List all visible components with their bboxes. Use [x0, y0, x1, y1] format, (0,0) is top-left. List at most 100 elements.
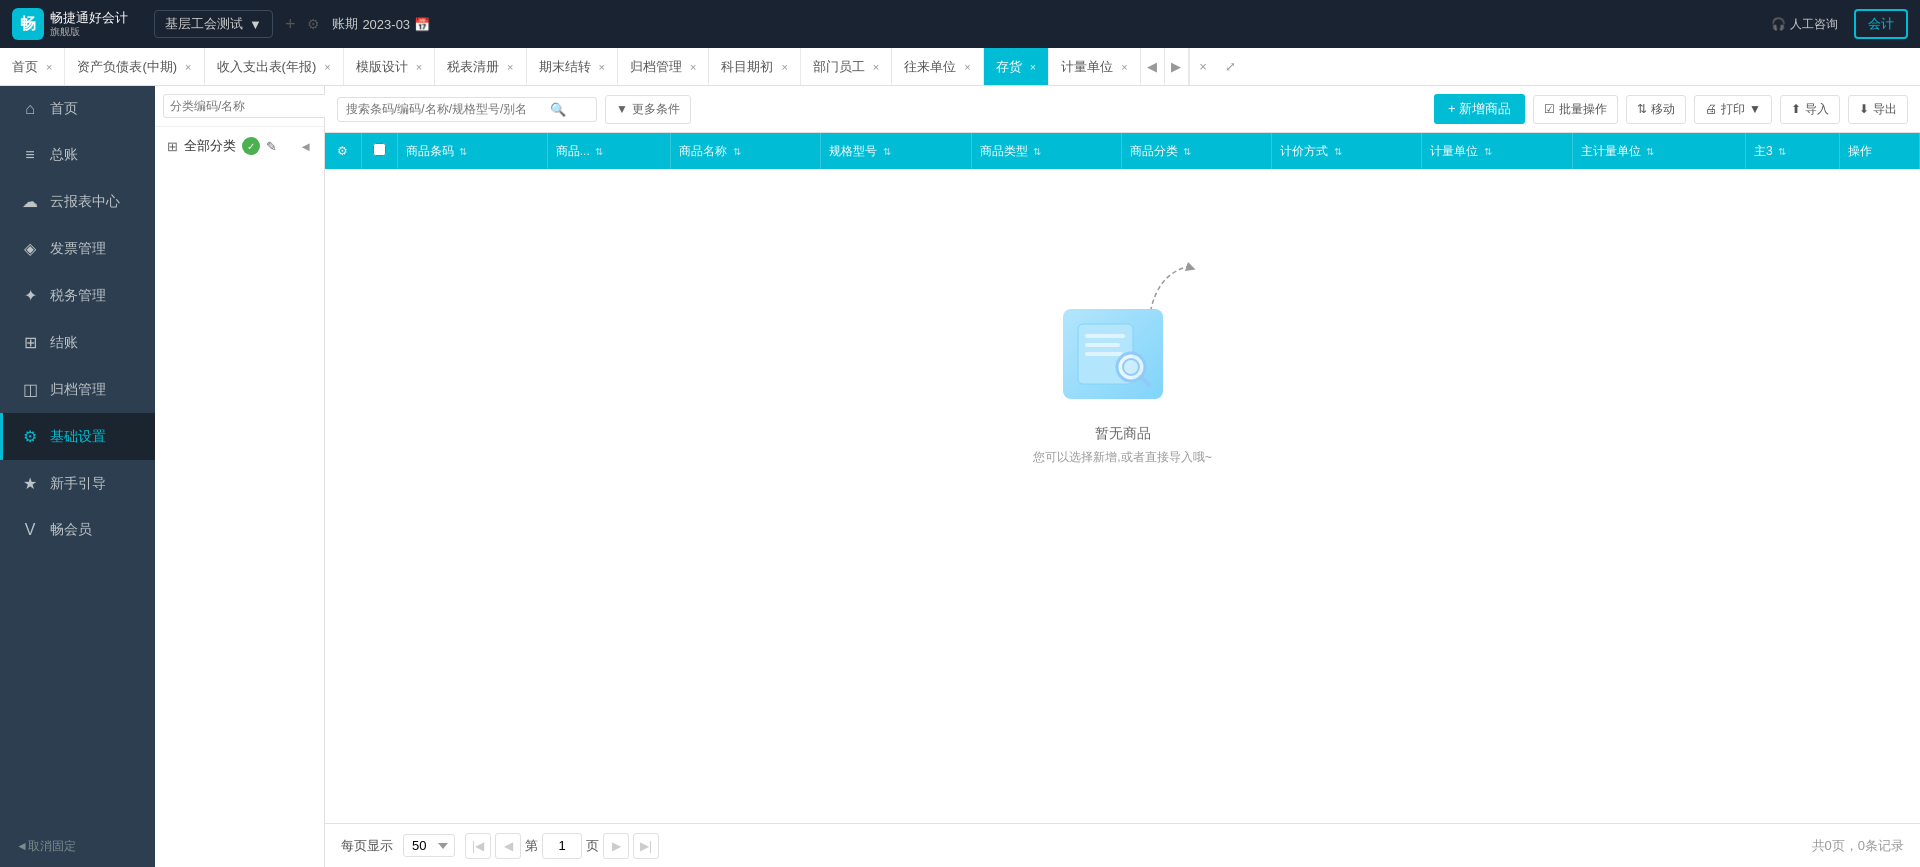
- logo-icon: 畅: [12, 8, 44, 40]
- settings-icon: ⚙: [20, 427, 40, 446]
- tab-subject[interactable]: 科目期初 ×: [709, 48, 800, 85]
- print-dropdown-icon: ▼: [1749, 102, 1761, 116]
- ledger-icon: ≡: [20, 146, 40, 164]
- search-input[interactable]: [346, 102, 546, 116]
- sidebar-unpin-btn[interactable]: ◄取消固定: [0, 826, 155, 867]
- table-container: ⚙ 商品条码 ⇅ 商品... ⇅: [325, 133, 1920, 823]
- sidebar-item-close[interactable]: ⊞ 结账: [0, 319, 155, 366]
- prev-page-btn[interactable]: ◀: [495, 833, 521, 859]
- batch-btn[interactable]: ☑ 批量操作: [1533, 95, 1618, 124]
- last-page-btn[interactable]: ▶|: [633, 833, 659, 859]
- add-tab-btn[interactable]: +: [285, 14, 296, 35]
- svg-line-7: [1141, 377, 1149, 385]
- col-unit[interactable]: 计量单位 ⇅: [1422, 133, 1572, 169]
- tab-close-tax[interactable]: ×: [507, 61, 513, 73]
- category-collapse-icon[interactable]: ◄: [299, 139, 312, 154]
- tab-close-template[interactable]: ×: [416, 61, 422, 73]
- tab-close-all-btn[interactable]: ×: [1189, 48, 1217, 86]
- import-btn[interactable]: ⬆ 导入: [1780, 95, 1840, 124]
- tab-prev-btn[interactable]: ◀: [1141, 48, 1165, 86]
- col-spec[interactable]: 规格型号 ⇅: [821, 133, 971, 169]
- print-btn[interactable]: 🖨 打印 ▼: [1694, 95, 1772, 124]
- calendar-icon[interactable]: 📅: [414, 17, 430, 32]
- page-input[interactable]: [542, 833, 582, 859]
- col-checkbox[interactable]: [361, 133, 397, 169]
- col-price-method[interactable]: 计价方式 ⇅: [1272, 133, 1422, 169]
- total-info: 共0页，0条记录: [1812, 837, 1904, 855]
- col-code[interactable]: 商品... ⇅: [547, 133, 670, 169]
- tab-unit[interactable]: 计量单位 ×: [1049, 48, 1140, 85]
- tab-home[interactable]: 首页 ×: [0, 48, 65, 85]
- tab-close-home[interactable]: ×: [46, 61, 52, 73]
- invoice-icon: ◈: [20, 239, 40, 258]
- tab-close-dept[interactable]: ×: [873, 61, 879, 73]
- page-size-select[interactable]: 20 50 100: [403, 834, 455, 857]
- col-main-unit[interactable]: 主计量单位 ⇅: [1572, 133, 1745, 169]
- sidebar-item-general-ledger[interactable]: ≡ 总账: [0, 132, 155, 178]
- first-page-btn[interactable]: |◀: [465, 833, 491, 859]
- svg-point-6: [1123, 359, 1139, 375]
- tab-close-subject[interactable]: ×: [781, 61, 787, 73]
- tab-balance[interactable]: 资产负债表(中期) ×: [65, 48, 204, 85]
- sidebar-item-member[interactable]: V 畅会员: [0, 507, 155, 553]
- tab-income[interactable]: 收入支出表(年报) ×: [205, 48, 344, 85]
- sub-content: 🔍 ⊞ 全部分类 ✓ ✎ ◄ 🔍: [155, 86, 1920, 867]
- cloud-icon: ☁: [20, 192, 40, 211]
- select-all-checkbox[interactable]: [373, 143, 386, 156]
- search-wrap: 🔍: [337, 97, 597, 122]
- top-header: 畅 畅捷通好会计 旗舰版 基层工会测试 ▼ + ⚙ 账期 2023-03 📅 🎧…: [0, 0, 1920, 48]
- tab-close-unit[interactable]: ×: [1121, 61, 1127, 73]
- logo-text: 畅捷通好会计 旗舰版: [50, 10, 128, 38]
- tab-inventory[interactable]: 存货 ×: [984, 48, 1049, 85]
- human-service-btn[interactable]: 🎧 人工咨询: [1763, 12, 1846, 37]
- sidebar-item-archive[interactable]: ◫ 归档管理: [0, 366, 155, 413]
- tab-period-close[interactable]: 期末结转 ×: [527, 48, 618, 85]
- tab-close-partner[interactable]: ×: [964, 61, 970, 73]
- period-info: 账期 2023-03 📅: [332, 15, 430, 33]
- sidebar-item-basic-settings[interactable]: ⚙ 基础设置: [0, 413, 155, 460]
- tab-close-period[interactable]: ×: [599, 61, 605, 73]
- col-settings[interactable]: ⚙: [325, 133, 361, 169]
- tab-dept[interactable]: 部门员工 ×: [801, 48, 892, 85]
- category-search-input[interactable]: [163, 94, 327, 118]
- col-category[interactable]: 商品分类 ⇅: [1121, 133, 1271, 169]
- company-selector[interactable]: 基层工会测试 ▼: [154, 10, 273, 38]
- settings-icon[interactable]: ⚙: [307, 16, 320, 32]
- category-all[interactable]: ⊞ 全部分类 ✓ ✎ ◄: [155, 127, 324, 165]
- svg-rect-4: [1085, 352, 1123, 356]
- move-btn[interactable]: ⇅ 移动: [1626, 95, 1686, 124]
- tab-expand-btn[interactable]: ⤢: [1217, 48, 1245, 86]
- tab-close-archive[interactable]: ×: [690, 61, 696, 73]
- tab-close-income[interactable]: ×: [324, 61, 330, 73]
- tab-tax[interactable]: 税表清册 ×: [435, 48, 526, 85]
- filter-icon: ▼: [616, 102, 628, 116]
- tab-next-btn[interactable]: ▶: [1165, 48, 1189, 86]
- sidebar-item-invoice[interactable]: ◈ 发票管理: [0, 225, 155, 272]
- home-icon: ⌂: [20, 100, 40, 118]
- tab-close-inventory[interactable]: ×: [1030, 61, 1036, 73]
- sidebar-item-cloud-report[interactable]: ☁ 云报表中心: [0, 178, 155, 225]
- search-icon[interactable]: 🔍: [550, 102, 566, 117]
- tab-close-balance[interactable]: ×: [185, 61, 191, 73]
- sidebar-item-home[interactable]: ⌂ 首页: [0, 86, 155, 132]
- tab-partner[interactable]: 往来单位 ×: [892, 48, 983, 85]
- col-name[interactable]: 商品名称 ⇅: [671, 133, 821, 169]
- batch-icon: ☑: [1544, 102, 1555, 116]
- category-edit-icon[interactable]: ✎: [266, 139, 277, 154]
- tab-archive[interactable]: 归档管理 ×: [618, 48, 709, 85]
- page-nav: |◀ ◀ 第 页 ▶ ▶|: [465, 833, 659, 859]
- sidebar-item-guide[interactable]: ★ 新手引导: [0, 460, 155, 507]
- col-main3[interactable]: 主3 ⇅: [1745, 133, 1839, 169]
- account-button[interactable]: 会计: [1854, 9, 1908, 39]
- empty-title: 暂无商品: [1095, 425, 1151, 443]
- next-page-btn[interactable]: ▶: [603, 833, 629, 859]
- add-product-btn[interactable]: + 新增商品: [1434, 94, 1525, 124]
- filter-btn[interactable]: ▼ 更多条件: [605, 95, 691, 124]
- export-btn[interactable]: ⬇ 导出: [1848, 95, 1908, 124]
- col-barcode[interactable]: 商品条码 ⇅: [397, 133, 547, 169]
- col-type[interactable]: 商品类型 ⇅: [971, 133, 1121, 169]
- sidebar-item-tax[interactable]: ✦ 税务管理: [0, 272, 155, 319]
- empty-state: 暂无商品 您可以选择新增,或者直接导入哦~: [325, 169, 1920, 546]
- move-icon: ⇅: [1637, 102, 1647, 116]
- tab-template[interactable]: 模版设计 ×: [344, 48, 435, 85]
